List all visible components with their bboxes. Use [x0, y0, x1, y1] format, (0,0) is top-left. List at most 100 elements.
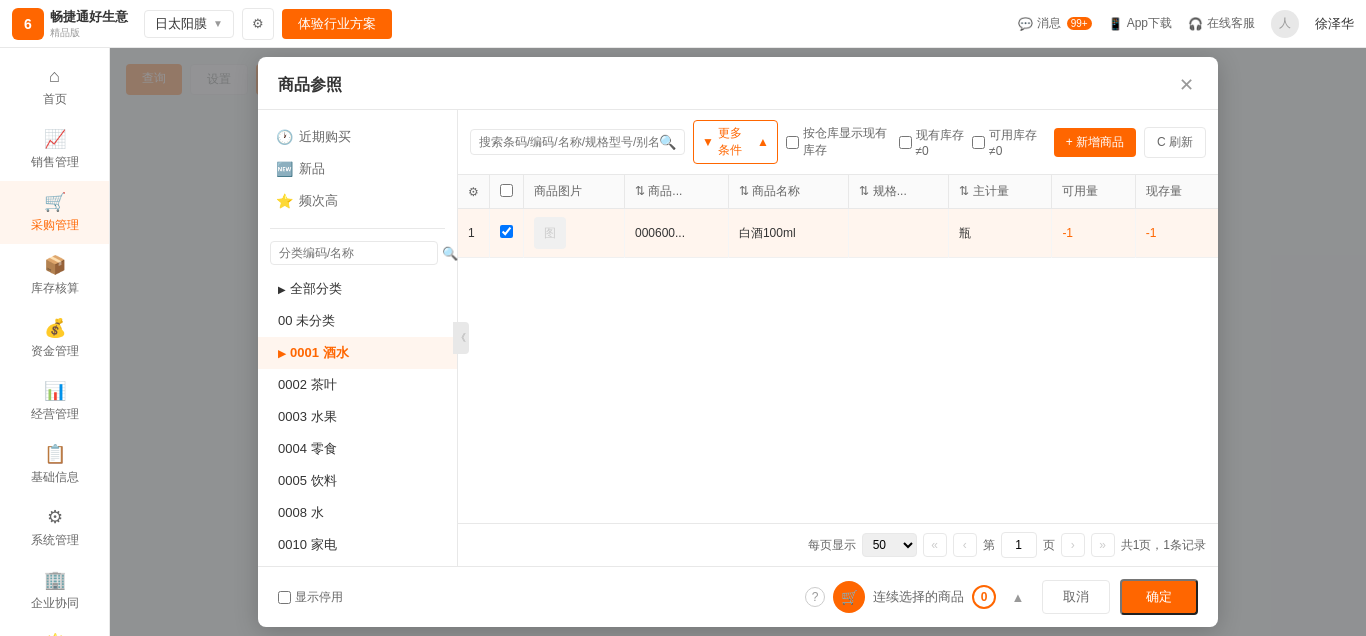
category-0005[interactable]: 0005 饮料 [258, 465, 457, 497]
category-00[interactable]: 00 未分类 [258, 305, 457, 337]
sidebar-item-enterprise[interactable]: 🏢 企业协同 [0, 559, 109, 622]
sort-spec-icon: ⇅ [859, 184, 869, 198]
category-0004[interactable]: 0004 零食 [258, 433, 457, 465]
messages-button[interactable]: 💬 消息 99+ [1018, 15, 1092, 32]
th-settings[interactable]: ⚙ [458, 175, 490, 209]
first-page-icon: « [931, 538, 938, 552]
content-area: 查询 设置 刷新 商品参照 ✕ [110, 48, 1366, 636]
sidebar-item-finance[interactable]: 💰 资金管理 [0, 307, 109, 370]
new-icon: 🆕 [276, 161, 293, 177]
modal-overlay: 商品参照 ✕ 🕐 近期购买 🆕 [110, 48, 1366, 636]
th-code[interactable]: ⇅ 商品... [624, 175, 728, 209]
page-number-input[interactable] [1001, 532, 1037, 558]
logo-text: 畅捷通好生意 精品版 [50, 8, 128, 40]
product-search-icon[interactable]: 🔍 [659, 134, 676, 150]
user-name-button[interactable]: 徐泽华 [1315, 15, 1354, 33]
category-all[interactable]: ▶ 全部分类 [258, 273, 457, 305]
gear-icon: ⚙ [252, 16, 264, 31]
confirm-button[interactable]: 确定 [1120, 579, 1198, 615]
th-unit[interactable]: ⇅ 主计量 [949, 175, 1052, 209]
display-disabled-label[interactable]: 显示停用 [278, 589, 343, 606]
tab-new-products[interactable]: 🆕 新品 [266, 154, 449, 184]
sidebar-label-system: 系统管理 [31, 532, 79, 549]
help-icon-button[interactable]: ? [805, 587, 825, 607]
sidebar-item-guide[interactable]: 🌟 新手引导 [0, 622, 109, 636]
last-page-button[interactable]: » [1091, 533, 1115, 557]
refresh-button[interactable]: C 刷新 [1144, 127, 1206, 158]
th-image: 商品图片 [524, 175, 625, 209]
prev-page-icon: ‹ [963, 538, 967, 552]
expand-cart-button[interactable]: ▲ [1004, 583, 1032, 611]
row-select-checkbox[interactable] [500, 225, 513, 238]
purchase-icon: 🛒 [44, 191, 66, 213]
category-0002[interactable]: 0002 茶叶 [258, 369, 457, 401]
row-unit: 瓶 [949, 209, 1052, 258]
select-all-checkbox[interactable] [500, 184, 513, 197]
th-name[interactable]: ⇅ 商品名称 [728, 175, 848, 209]
row-image: 图 [524, 209, 625, 258]
logo-icon: 6 [12, 8, 44, 40]
table-row[interactable]: 1 图 [458, 209, 1218, 258]
home-icon: ⌂ [49, 66, 60, 87]
app-download-button[interactable]: 📱 App下载 [1108, 15, 1172, 32]
dialog-title: 商品参照 [278, 75, 342, 96]
sidebar-item-system[interactable]: ⚙ 系统管理 [0, 496, 109, 559]
product-search-input[interactable] [479, 135, 659, 149]
next-page-button[interactable]: › [1061, 533, 1085, 557]
sales-icon: 📈 [44, 128, 66, 150]
product-table-wrap: ⚙ 商品图片 [458, 175, 1218, 523]
usable-stock-check[interactable] [972, 136, 985, 149]
usable-stock-checkbox[interactable]: 可用库存≠0 [972, 127, 1038, 158]
dropdown-arrow-icon: ▼ [213, 18, 223, 29]
category-0008[interactable]: 0008 水 [258, 497, 457, 529]
sidebar-item-home[interactable]: ⌂ 首页 [0, 56, 109, 118]
first-page-button[interactable]: « [923, 533, 947, 557]
th-usable: 可用量 [1052, 175, 1135, 209]
sidebar-item-base[interactable]: 📋 基础信息 [0, 433, 109, 496]
system-icon: ⚙ [47, 506, 63, 528]
left-panel: 🕐 近期购买 🆕 新品 ⭐ 频次高 [258, 110, 458, 566]
category-search-icon[interactable]: 🔍 [442, 246, 458, 261]
th-spec[interactable]: ⇅ 规格... [849, 175, 949, 209]
page-suffix-label: 页 [1043, 537, 1055, 554]
dialog-close-button[interactable]: ✕ [1174, 73, 1198, 97]
per-page-select[interactable]: 50 100 200 [862, 533, 917, 557]
chevron-up-icon: ▲ [1012, 590, 1025, 605]
trial-button[interactable]: 体验行业方案 [282, 9, 392, 39]
more-filter-button[interactable]: ▼ 更多条件 ▲ [693, 120, 778, 164]
recent-icon: 🕐 [276, 129, 293, 145]
sidebar-item-sales[interactable]: 📈 销售管理 [0, 118, 109, 181]
sidebar-item-operation[interactable]: 📊 经营管理 [0, 370, 109, 433]
cancel-button[interactable]: 取消 [1042, 580, 1110, 614]
prev-page-button[interactable]: ‹ [953, 533, 977, 557]
product-thumbnail: 图 [534, 217, 566, 249]
display-disabled-checkbox[interactable] [278, 591, 291, 604]
filter-arrow-icon: ▲ [757, 135, 769, 149]
sidebar: ⌂ 首页 📈 销售管理 🛒 采购管理 📦 库存核算 💰 资金管理 📊 经营管理 … [0, 48, 110, 636]
collapse-panel-button[interactable]: 《 [453, 322, 469, 354]
settings-button[interactable]: ⚙ [242, 8, 274, 40]
tab-recent-purchase[interactable]: 🕐 近期购买 [266, 122, 449, 152]
category-0003[interactable]: 0003 水果 [258, 401, 457, 433]
column-settings-icon[interactable]: ⚙ [468, 185, 479, 199]
warehouse-stock-check[interactable] [786, 136, 799, 149]
per-page-label: 每页显示 [808, 537, 856, 554]
th-select[interactable] [490, 175, 524, 209]
add-product-button[interactable]: + 新增商品 [1054, 128, 1136, 157]
warehouse-stock-checkbox[interactable]: 按仓库显示现有库存 [786, 125, 891, 159]
row-checkbox[interactable] [490, 209, 524, 258]
nav-dropdown[interactable]: 日太阳膜 ▼ [144, 10, 234, 38]
category-0001[interactable]: ▶ 0001 酒水 [258, 337, 457, 369]
online-service-button[interactable]: 🎧 在线客服 [1188, 15, 1255, 32]
sidebar-item-purchase[interactable]: 🛒 采购管理 [0, 181, 109, 244]
sidebar-item-inventory[interactable]: 📦 库存核算 [0, 244, 109, 307]
nonzero-stock-check[interactable] [899, 136, 912, 149]
cart-area: ? 🛒 连续选择的商品 0 ▲ [805, 581, 1032, 613]
tab-frequent[interactable]: ⭐ 频次高 [266, 186, 449, 216]
category-search-input[interactable] [270, 241, 438, 265]
logo-area: 6 畅捷通好生意 精品版 [12, 8, 128, 40]
sidebar-label-enterprise: 企业协同 [31, 595, 79, 612]
category-0010[interactable]: 0010 家电 [258, 529, 457, 558]
sidebar-label-operation: 经营管理 [31, 406, 79, 423]
nonzero-stock-checkbox[interactable]: 现有库存≠0 [899, 127, 965, 158]
